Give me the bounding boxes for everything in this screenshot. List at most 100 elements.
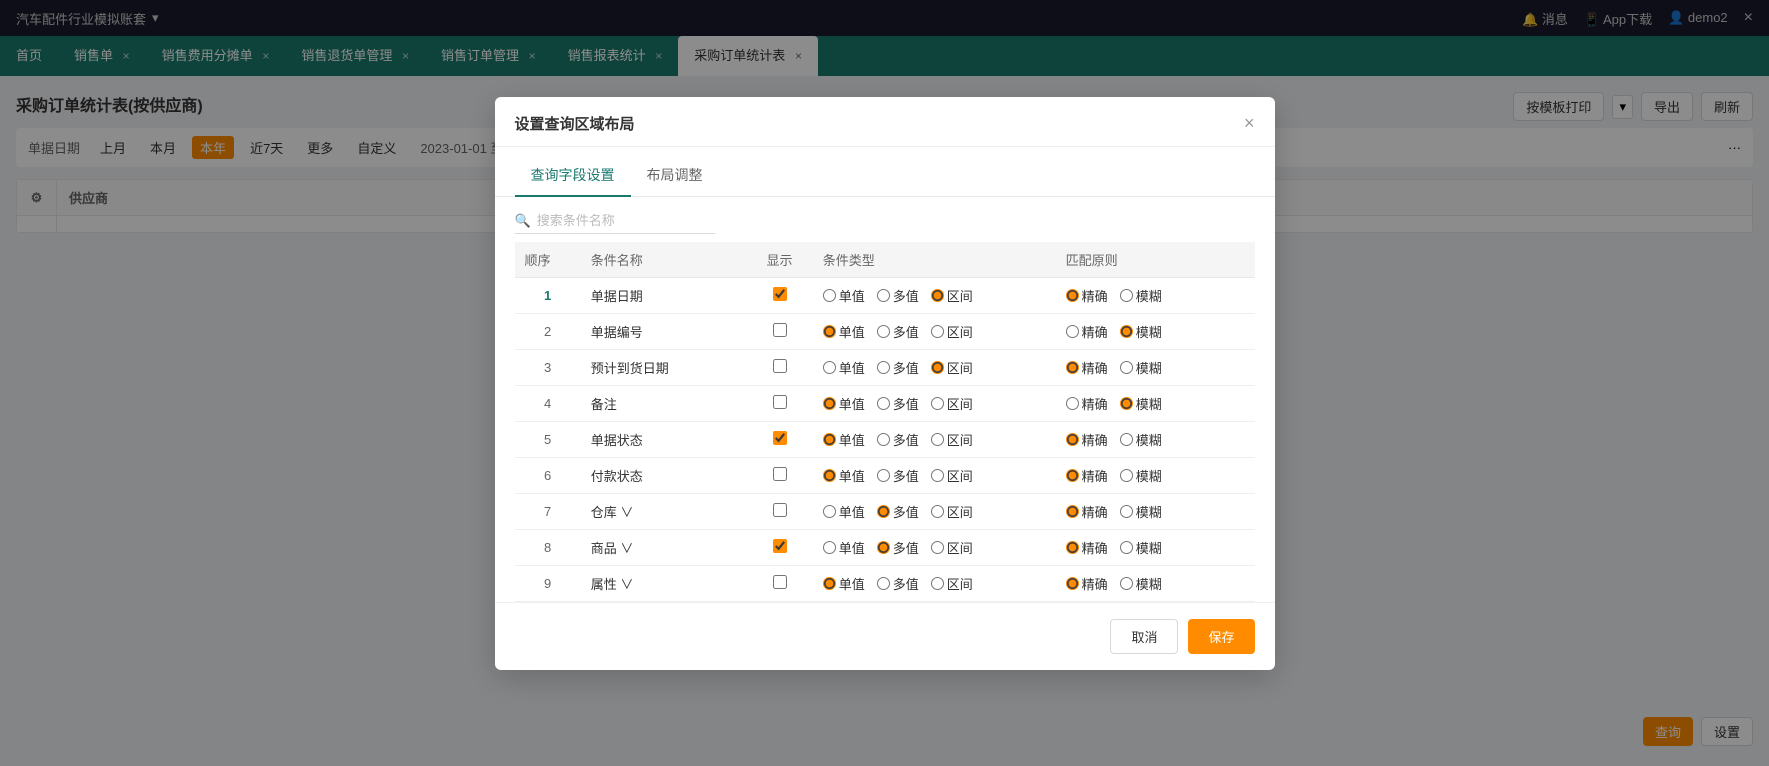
match-radio-item[interactable]: 模糊	[1120, 286, 1162, 305]
type-radio-item[interactable]: 多值	[877, 394, 919, 413]
type-radio-item[interactable]: 单值	[823, 358, 865, 377]
tab-layout-adjust[interactable]: 布局调整	[631, 159, 719, 197]
dialog-table-row: 9属性 ∨单值多值区间精确模糊	[515, 565, 1255, 601]
row-order: 9	[515, 565, 581, 601]
row-type-cell: 单值多值区间	[813, 493, 1056, 529]
row-condition-name: 单据日期	[581, 277, 747, 313]
type-radio-item[interactable]: 单值	[823, 430, 865, 449]
type-radio-item[interactable]: 区间	[931, 574, 973, 593]
row-type-cell: 单值多值区间	[813, 349, 1056, 385]
type-radio-item[interactable]: 区间	[931, 394, 973, 413]
type-radio-item[interactable]: 单值	[823, 574, 865, 593]
th-display: 显示	[746, 242, 812, 278]
row-display-cell	[746, 565, 812, 601]
match-radio-item[interactable]: 精确	[1066, 502, 1108, 521]
search-input[interactable]	[537, 213, 687, 228]
display-checkbox[interactable]	[773, 539, 787, 553]
row-display-cell	[746, 493, 812, 529]
type-radio-item[interactable]: 区间	[931, 502, 973, 521]
display-checkbox[interactable]	[773, 323, 787, 337]
type-radio-item[interactable]: 区间	[931, 466, 973, 485]
match-radio-item[interactable]: 精确	[1066, 430, 1108, 449]
display-checkbox[interactable]	[773, 287, 787, 301]
row-order: 1	[515, 277, 581, 313]
match-radio-item[interactable]: 模糊	[1120, 394, 1162, 413]
display-checkbox[interactable]	[773, 395, 787, 409]
display-checkbox[interactable]	[773, 359, 787, 373]
search-icon: 🔍	[515, 213, 531, 229]
display-checkbox[interactable]	[773, 503, 787, 517]
display-checkbox[interactable]	[773, 467, 787, 481]
dialog-header: 设置查询区域布局 ×	[495, 97, 1275, 147]
match-radio-item[interactable]: 精确	[1066, 394, 1108, 413]
match-radio-item[interactable]: 模糊	[1120, 430, 1162, 449]
type-radio-item[interactable]: 单值	[823, 502, 865, 521]
row-condition-name: 商品 ∨	[581, 529, 747, 565]
save-button[interactable]: 保存	[1188, 619, 1254, 654]
dialog-table-row: 3预计到货日期单值多值区间精确模糊	[515, 349, 1255, 385]
th-match: 匹配原则	[1056, 242, 1255, 278]
match-radio-item[interactable]: 模糊	[1120, 538, 1162, 557]
match-radio-item[interactable]: 精确	[1066, 286, 1108, 305]
dialog-table-row: 2单据编号单值多值区间精确模糊	[515, 313, 1255, 349]
display-checkbox[interactable]	[773, 431, 787, 445]
th-order: 顺序	[515, 242, 581, 278]
search-wrap: 🔍	[515, 209, 715, 234]
match-radio-item[interactable]: 模糊	[1120, 466, 1162, 485]
match-radio-item[interactable]: 精确	[1066, 322, 1108, 341]
match-radio-item[interactable]: 精确	[1066, 358, 1108, 377]
type-radio-item[interactable]: 区间	[931, 538, 973, 557]
type-radio-item[interactable]: 多值	[877, 574, 919, 593]
dialog-table-row: 1单据日期 单值多值区间 精确模糊	[515, 277, 1255, 313]
type-radio-item[interactable]: 区间	[931, 322, 973, 341]
type-radio-item[interactable]: 区间	[931, 286, 973, 305]
type-radio-item[interactable]: 单值	[823, 394, 865, 413]
row-display-cell	[746, 349, 812, 385]
cancel-button[interactable]: 取消	[1110, 619, 1178, 654]
dialog-footer: 取消 保存	[495, 602, 1275, 670]
type-radio-item[interactable]: 多值	[877, 502, 919, 521]
type-radio-item[interactable]: 多值	[877, 358, 919, 377]
row-condition-name: 单据状态	[581, 421, 747, 457]
dialog-table-row: 5单据状态单值多值区间精确模糊	[515, 421, 1255, 457]
match-radio-item[interactable]: 精确	[1066, 574, 1108, 593]
match-radio-item[interactable]: 模糊	[1120, 574, 1162, 593]
match-radio-item[interactable]: 模糊	[1120, 322, 1162, 341]
type-radio-item[interactable]: 单值	[823, 286, 865, 305]
row-order: 8	[515, 529, 581, 565]
type-radio-item[interactable]: 区间	[931, 358, 973, 377]
row-order: 7	[515, 493, 581, 529]
row-match-cell: 精确模糊	[1056, 493, 1255, 529]
row-type-cell: 单值多值区间	[813, 565, 1056, 601]
dialog-table-row: 4备注单值多值区间精确模糊	[515, 385, 1255, 421]
dialog-table-row: 8商品 ∨ 单值多值区间 精确模糊	[515, 529, 1255, 565]
type-radio-item[interactable]: 多值	[877, 286, 919, 305]
dialog-tabs: 查询字段设置 布局调整	[495, 147, 1275, 197]
row-match-cell: 精确模糊	[1056, 529, 1255, 565]
type-radio-item[interactable]: 多值	[877, 322, 919, 341]
type-radio-item[interactable]: 区间	[931, 430, 973, 449]
row-condition-name: 单据编号	[581, 313, 747, 349]
row-match-cell: 精确模糊	[1056, 349, 1255, 385]
tab-query-fields[interactable]: 查询字段设置	[515, 159, 631, 197]
type-radio-item[interactable]: 多值	[877, 538, 919, 557]
row-match-cell: 精确模糊	[1056, 277, 1255, 313]
type-radio-item[interactable]: 单值	[823, 466, 865, 485]
row-condition-name: 属性 ∨	[581, 565, 747, 601]
type-radio-item[interactable]: 单值	[823, 538, 865, 557]
match-radio-item[interactable]: 模糊	[1120, 358, 1162, 377]
display-checkbox[interactable]	[773, 575, 787, 589]
row-display-cell	[746, 313, 812, 349]
row-match-cell: 精确模糊	[1056, 565, 1255, 601]
row-display-cell	[746, 277, 812, 313]
match-radio-item[interactable]: 精确	[1066, 466, 1108, 485]
dialog-close-btn[interactable]: ×	[1244, 114, 1255, 132]
match-radio-item[interactable]: 精确	[1066, 538, 1108, 557]
type-radio-item[interactable]: 单值	[823, 322, 865, 341]
row-display-cell	[746, 457, 812, 493]
type-radio-item[interactable]: 多值	[877, 466, 919, 485]
row-display-cell	[746, 421, 812, 457]
type-radio-item[interactable]: 多值	[877, 430, 919, 449]
row-type-cell: 单值多值区间	[813, 421, 1056, 457]
match-radio-item[interactable]: 模糊	[1120, 502, 1162, 521]
